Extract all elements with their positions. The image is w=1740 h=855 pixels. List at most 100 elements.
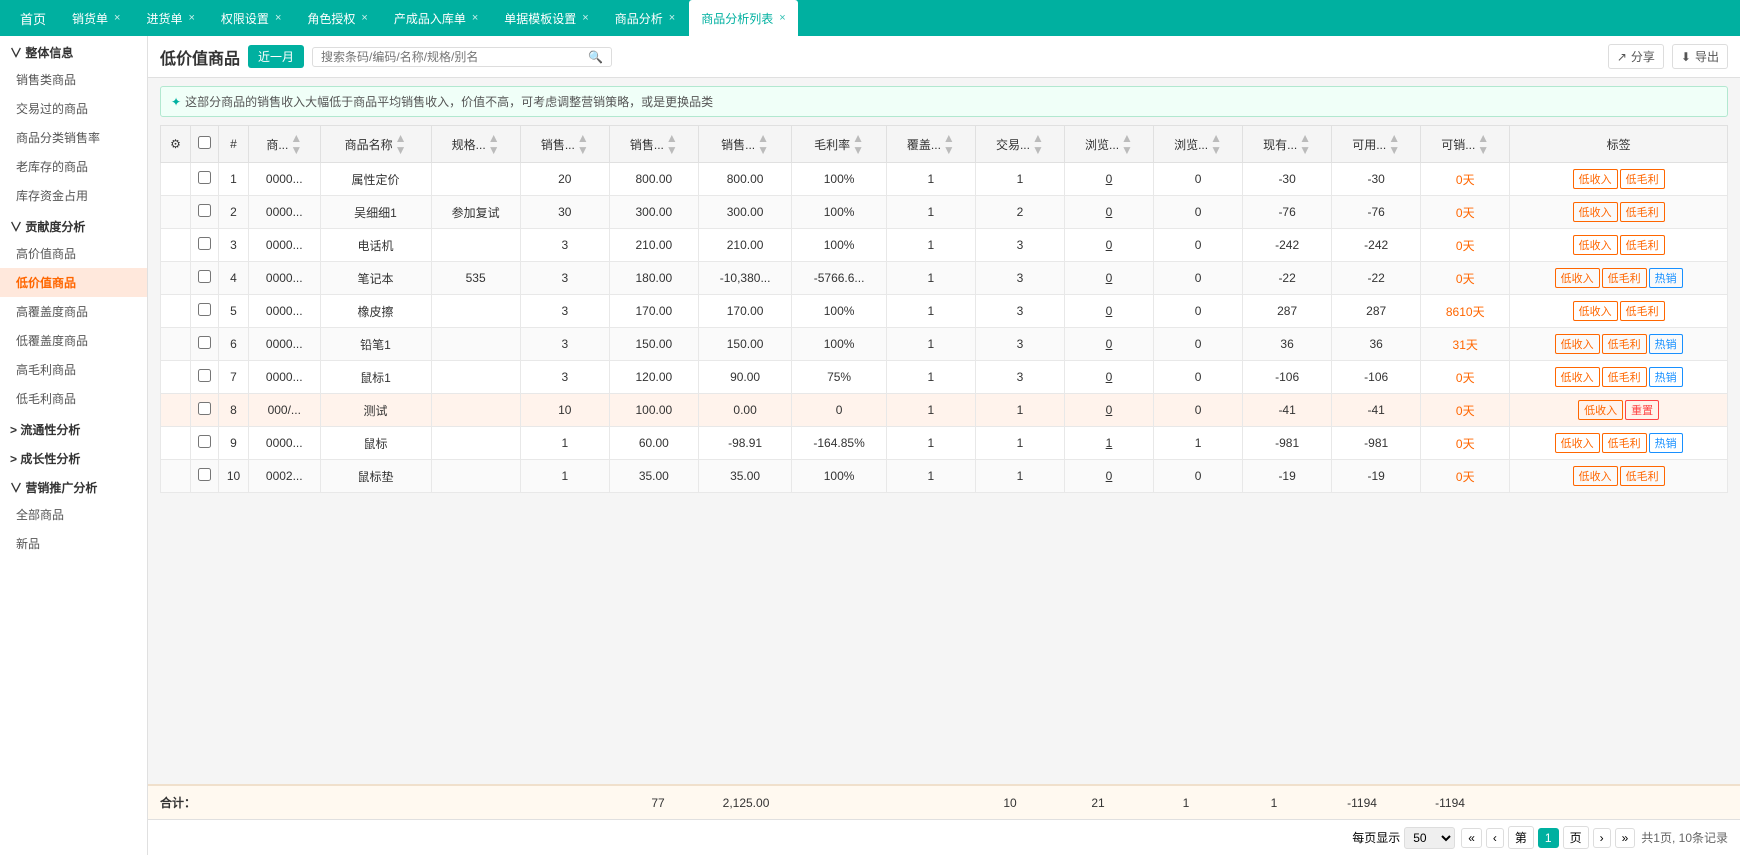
sidebar-item-traded-goods[interactable]: 交易过的商品 [0,94,147,123]
td-name: 属性定价 [320,163,431,196]
td-selldays: 0天 [1421,196,1510,229]
sidebar-group-marketing[interactable]: ∨ 营销推广分析 [0,471,147,500]
th-sales2[interactable]: 销售...▲▼ [609,126,698,163]
close-icon[interactable]: × [275,12,281,24]
close-icon[interactable]: × [188,12,194,24]
th-browse1[interactable]: 浏览...▲▼ [1064,126,1153,163]
th-sales3[interactable]: 销售...▲▼ [698,126,791,163]
row-checkbox[interactable] [198,468,211,481]
th-selldays[interactable]: 可销...▲▼ [1421,126,1510,163]
next-page-button[interactable]: › [1593,828,1611,848]
prev-page-button[interactable]: ‹ [1486,828,1504,848]
td-name: 鼠标垫 [320,460,431,493]
nav-sales-order[interactable]: 销货单 × [60,0,132,36]
th-settings[interactable]: ⚙ [161,126,191,163]
th-browse2[interactable]: 浏览...▲▼ [1154,126,1243,163]
tag: 低收入 [1578,400,1623,420]
nav-product-stock[interactable]: 产成品入库单 × [382,0,490,36]
nav-home[interactable]: 首页 [8,5,58,32]
sidebar-item-sales-goods[interactable]: 销售类商品 [0,65,147,94]
first-page-button[interactable]: « [1461,828,1482,848]
close-icon[interactable]: × [779,12,785,24]
browse-link[interactable]: 0 [1106,370,1113,384]
sidebar-item-old-stock[interactable]: 老库存的商品 [0,152,147,181]
row-checkbox[interactable] [198,402,211,415]
browse-link[interactable]: 0 [1106,337,1113,351]
tag: 热销 [1649,334,1683,354]
th-gross[interactable]: 毛利率▲▼ [792,126,887,163]
row-checkbox[interactable] [198,336,211,349]
data-table: ⚙ # 商...▲▼ 商品名称▲▼ 规格...▲▼ 销售...▲▼ 销售...▲… [160,125,1728,493]
sidebar-item-category-sales[interactable]: 商品分类销售率 [0,123,147,152]
select-all-checkbox[interactable] [198,136,211,149]
sidebar-item-low-profit[interactable]: 低毛利商品 [0,384,147,413]
sidebar-group-contribution[interactable]: ∨ 贡献度分析 [0,210,147,239]
browse-link[interactable]: 0 [1106,205,1113,219]
nav-template-settings[interactable]: 单据模板设置 × [492,0,600,36]
close-icon[interactable]: × [114,12,120,24]
page-label: 第 [1508,826,1534,849]
close-icon[interactable]: × [472,12,478,24]
th-name[interactable]: 商品名称▲▼ [320,126,431,163]
sidebar-group-overview[interactable]: ∨ 整体信息 [0,36,147,65]
sidebar-item-high-coverage[interactable]: 高覆盖度商品 [0,297,147,326]
th-coverage[interactable]: 覆盖...▲▼ [886,126,975,163]
sidebar-item-low-value[interactable]: 低价值商品 [0,268,147,297]
td-num: 3 [219,229,249,262]
gear-icon[interactable]: ⚙ [170,137,181,151]
browse-link[interactable]: 0 [1106,271,1113,285]
td-trade: 3 [975,262,1064,295]
close-icon[interactable]: × [582,12,588,24]
sidebar-item-high-value[interactable]: 高价值商品 [0,239,147,268]
search-input[interactable] [321,50,584,64]
sidebar-group-growth[interactable]: > 成长性分析 [0,442,147,471]
row-checkbox[interactable] [198,237,211,250]
export-button[interactable]: ⬇ 导出 [1672,44,1728,69]
current-page[interactable]: 1 [1538,828,1559,848]
sidebar-item-all-goods[interactable]: 全部商品 [0,500,147,529]
row-checkbox[interactable] [198,270,211,283]
nav-product-analysis-list[interactable]: 商品分析列表 × [689,0,797,36]
th-sales1[interactable]: 销售...▲▼ [520,126,609,163]
td-num: 6 [219,328,249,361]
close-icon[interactable]: × [669,12,675,24]
nav-product-analysis[interactable]: 商品分析 × [603,0,687,36]
sidebar-item-new-goods[interactable]: 新品 [0,529,147,558]
row-checkbox[interactable] [198,303,211,316]
table-footer: 合计： 77 2,125.00 10 21 1 1 -1194 -1194 [148,784,1740,819]
browse-link[interactable]: 0 [1106,469,1113,483]
browse-link[interactable]: 0 [1106,304,1113,318]
nav-permissions[interactable]: 权限设置 × [209,0,293,36]
row-checkbox[interactable] [198,204,211,217]
browse-link[interactable]: 0 [1106,172,1113,186]
row-checkbox[interactable] [198,369,211,382]
last-page-button[interactable]: » [1615,828,1636,848]
td-stock1: -242 [1243,229,1332,262]
th-code[interactable]: 商...▲▼ [249,126,321,163]
filter-button[interactable]: 近一月 [248,45,304,68]
share-button[interactable]: ↗ 分享 [1608,44,1664,69]
th-spec[interactable]: 规格...▲▼ [431,126,520,163]
th-trade[interactable]: 交易...▲▼ [975,126,1064,163]
sidebar-item-low-coverage[interactable]: 低覆盖度商品 [0,326,147,355]
row-checkbox[interactable] [198,435,211,448]
td-checkbox [191,196,219,229]
sidebar-item-stock-capital[interactable]: 库存资金占用 [0,181,147,210]
page-size-dropdown[interactable]: 50 100 200 [1404,827,1455,849]
browse-link[interactable]: 1 [1106,436,1113,450]
row-checkbox[interactable] [198,171,211,184]
search-icon[interactable]: 🔍 [588,50,603,64]
footer-browse1: 1 [1146,796,1226,810]
nav-role-auth[interactable]: 角色授权 × [295,0,379,36]
td-coverage: 1 [886,394,975,427]
browse-link[interactable]: 0 [1106,403,1113,417]
nav-purchase-order[interactable]: 进货单 × [134,0,206,36]
th-stock1[interactable]: 现有...▲▼ [1243,126,1332,163]
browse-link[interactable]: 0 [1106,238,1113,252]
sidebar-item-high-profit[interactable]: 高毛利商品 [0,355,147,384]
td-tags: 低收入低毛利热销 [1510,361,1728,394]
close-icon[interactable]: × [361,12,367,24]
sidebar-group-liquidity[interactable]: > 流通性分析 [0,413,147,442]
th-stock2[interactable]: 可用...▲▼ [1332,126,1421,163]
th-checkbox[interactable] [191,126,219,163]
